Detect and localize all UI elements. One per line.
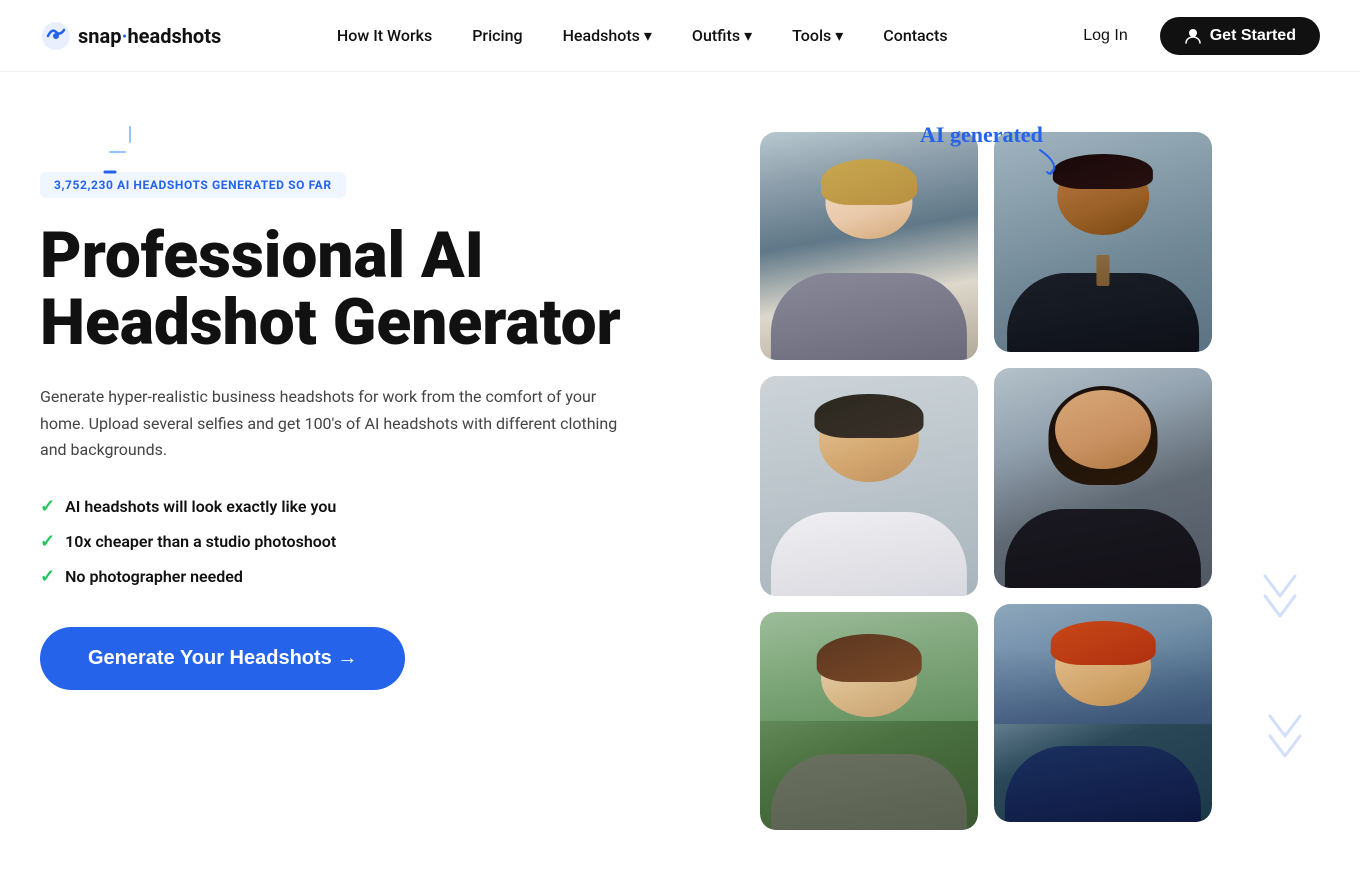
hero-left: 3,752,230 AI HEADSHOTS GENERATED SO FAR … [40,132,720,690]
nav-actions: Log In Get Started [1063,17,1320,55]
feature-item-2: ✓ 10x cheaper than a studio photoshoot [40,531,720,552]
login-button[interactable]: Log In [1063,19,1147,53]
logo-text: snap·headshots [78,24,221,48]
nav-pricing[interactable]: Pricing [456,18,538,53]
hero-right: AI generated [720,132,1320,830]
svg-text:AI generated: AI generated [920,122,1043,147]
feature-item-1: ✓ AI headshots will look exactly like yo… [40,496,720,517]
navbar: snap·headshots How It Works Pricing Head… [0,0,1360,72]
generate-headshots-button[interactable]: Generate Your Headshots → [40,627,405,690]
logo[interactable]: snap·headshots [40,20,221,52]
feature-item-3: ✓ No photographer needed [40,566,720,587]
check-icon-2: ✓ [40,531,55,552]
headshot-4 [994,368,1212,588]
hero-section: 3,752,230 AI HEADSHOTS GENERATED SO FAR … [0,72,1360,870]
headshot-3 [760,376,978,596]
logo-icon [40,20,72,52]
chevron-down-icon: ▾ [835,26,843,45]
user-icon [1184,27,1202,45]
deco-line1 [100,122,160,186]
chevron-down-icon: ▾ [644,26,652,45]
nav-tools[interactable]: Tools ▾ [776,18,859,53]
check-icon-1: ✓ [40,496,55,517]
nav-how-it-works[interactable]: How It Works [321,18,448,53]
hero-title: Professional AI Headshot Generator [40,222,720,356]
feature-list: ✓ AI headshots will look exactly like yo… [40,496,720,587]
ai-generated-svg: AI generated [920,112,1080,182]
get-started-button[interactable]: Get Started [1160,17,1320,55]
chevron-down-icon: ▾ [744,26,752,45]
check-icon-3: ✓ [40,566,55,587]
nav-outfits[interactable]: Outfits ▾ [676,18,768,53]
deco-chevron-2 [1265,706,1305,770]
nav-links: How It Works Pricing Headshots ▾ Outfits… [321,18,964,53]
headshot-5 [760,612,978,830]
ai-label-container: AI generated [920,112,1080,186]
badge: 3,752,230 AI HEADSHOTS GENERATED SO FAR [40,172,346,198]
image-column-2 [994,132,1212,830]
image-column-1 [760,132,978,830]
headshot-6 [994,604,1212,822]
nav-headshots[interactable]: Headshots ▾ [547,18,668,53]
hero-description: Generate hyper-realistic business headsh… [40,384,620,463]
deco-chevron-1 [1260,566,1300,630]
nav-contacts[interactable]: Contacts [867,18,963,53]
